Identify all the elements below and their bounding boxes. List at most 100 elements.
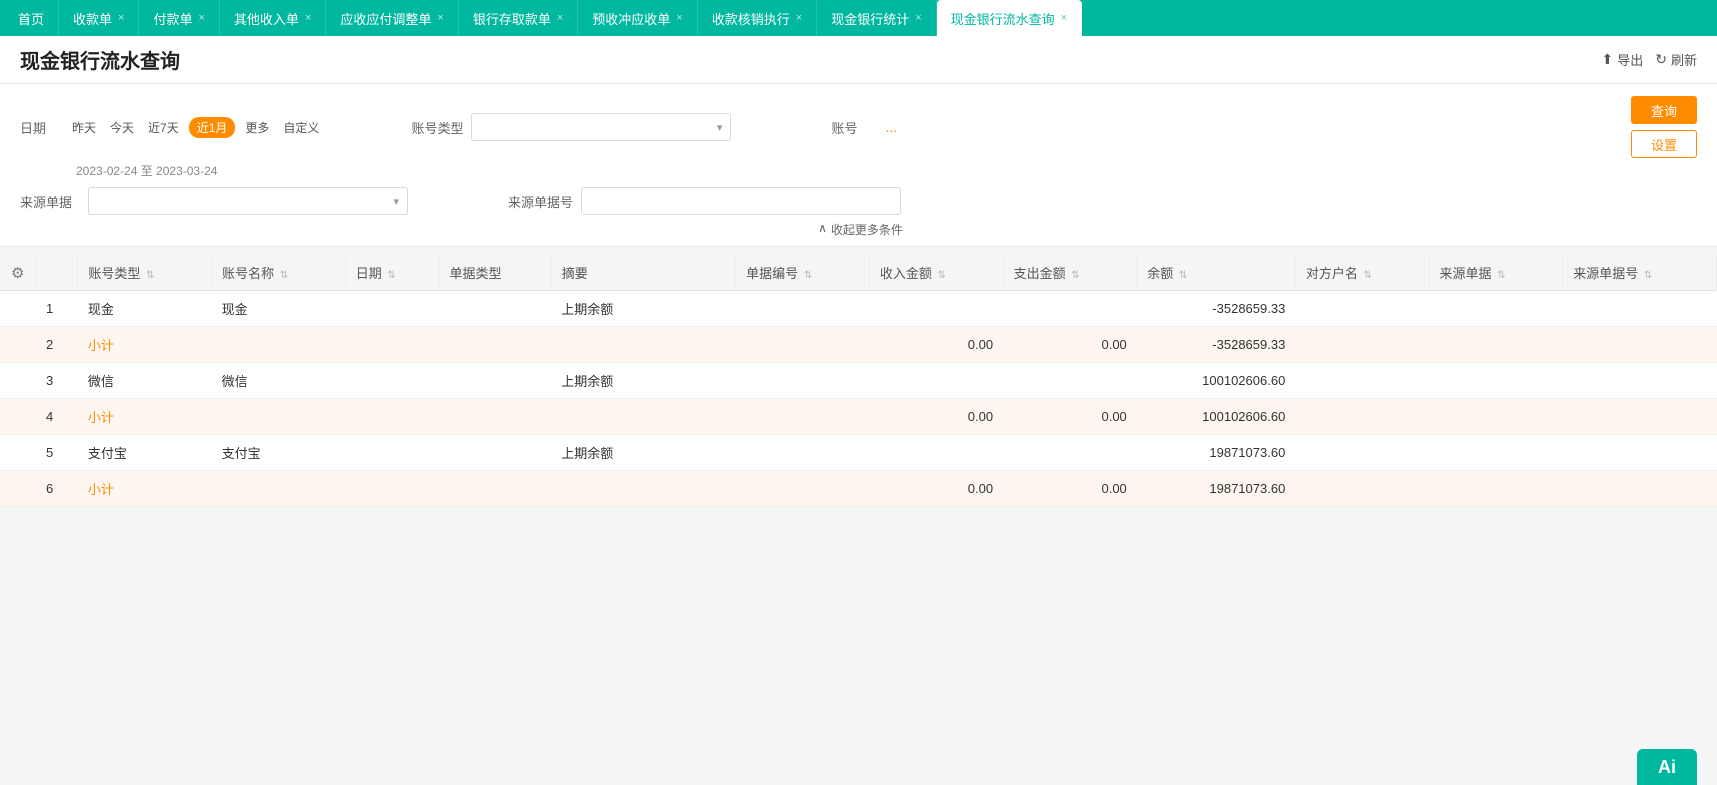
close-bank-deposit-icon[interactable]: × — [557, 12, 563, 24]
settings-button[interactable]: 设置 — [1631, 130, 1697, 158]
table-cell — [1429, 471, 1563, 507]
table-cell — [345, 291, 439, 327]
th-doc-no[interactable]: 单据编号 ⇅ — [736, 255, 870, 291]
table-cell — [439, 471, 551, 507]
close-flow-icon[interactable]: × — [1061, 12, 1067, 24]
table-cell — [1429, 435, 1563, 471]
table-cell: -3528659.33 — [1137, 327, 1296, 363]
sort-source-doc-icon: ⇅ — [1497, 270, 1505, 281]
ai-label: Ai — [1658, 757, 1676, 778]
refresh-button[interactable]: ↻ 刷新 — [1655, 50, 1697, 69]
export-button[interactable]: ⬆ 导出 — [1602, 50, 1644, 69]
th-source-doc-no[interactable]: 来源单据号 ⇅ — [1563, 255, 1717, 291]
close-collection-icon[interactable]: × — [796, 12, 802, 24]
ai-badge[interactable]: Ai — [1637, 749, 1697, 785]
account-type-label: 账号类型 — [411, 118, 463, 137]
date-btn-more[interactable]: 更多 — [241, 117, 273, 138]
table-cell — [439, 327, 551, 363]
table-cell — [551, 471, 735, 507]
collapse-bar[interactable]: ∧ 收起更多条件 — [20, 215, 1697, 246]
table-row: 5支付宝支付宝上期余额19871073.60 — [0, 435, 1717, 471]
nav-item-cash-bank-flow[interactable]: 现金银行流水查询 × — [937, 0, 1082, 36]
close-other-income-icon[interactable]: × — [305, 12, 311, 24]
table-cell: 100102606.60 — [1137, 399, 1296, 435]
source-doc-label: 来源单据 — [20, 192, 80, 211]
th-gear[interactable]: ⚙ — [0, 255, 36, 291]
table-cell — [551, 327, 735, 363]
table-cell: 小计 — [78, 327, 212, 363]
table-cell — [212, 399, 346, 435]
table-cell — [1295, 471, 1429, 507]
gear-icon[interactable]: ⚙ — [11, 265, 24, 282]
table-cell — [1003, 291, 1137, 327]
close-prepaid-icon[interactable]: × — [676, 12, 682, 24]
nav-item-cash-bank-stats[interactable]: 现金银行统计 × — [817, 0, 936, 36]
table-cell — [736, 471, 870, 507]
table-cell: 0.00 — [869, 471, 1003, 507]
table-cell — [345, 471, 439, 507]
nav-item-ar-ap-adjust[interactable]: 应收应付调整单 × — [326, 0, 458, 36]
source-doc-select[interactable]: ▾ — [88, 187, 408, 215]
nav-item-payment[interactable]: 付款单 × — [139, 0, 219, 36]
th-source-doc[interactable]: 来源单据 ⇅ — [1429, 255, 1563, 291]
table-cell — [1003, 435, 1137, 471]
account-type-select[interactable]: ▾ — [471, 113, 731, 141]
table-cell — [345, 399, 439, 435]
table-cell: 现金 — [78, 291, 212, 327]
query-button[interactable]: 查询 — [1631, 96, 1697, 124]
account-type-arrow-icon: ▾ — [717, 121, 723, 134]
table-cell — [439, 363, 551, 399]
date-btn-today[interactable]: 今天 — [106, 117, 138, 138]
table-cell — [345, 435, 439, 471]
date-shortcuts: 昨天 今天 近7天 近1月 更多 自定义 — [68, 117, 323, 138]
table-cell — [1563, 435, 1717, 471]
nav-item-other-income[interactable]: 其他收入单 × — [220, 0, 326, 36]
nav-item-bank-deposit[interactable]: 银行存取款单 × — [459, 0, 578, 36]
th-account-type[interactable]: 账号类型 ⇅ — [78, 255, 212, 291]
table-cell: -3528659.33 — [1137, 291, 1296, 327]
nav-item-collection[interactable]: 收款核销执行 × — [698, 0, 817, 36]
table-header-row: ⚙ 账号类型 ⇅ 账号名称 ⇅ 日期 ⇅ 单据类型 摘要 单据编号 ⇅ 收入金额… — [0, 255, 1717, 291]
nav-item-prepaid[interactable]: 预收冲应收单 × — [578, 0, 697, 36]
account-ellipsis-button[interactable]: ... — [885, 119, 897, 135]
table-cell: 0.00 — [1003, 471, 1137, 507]
table-cell — [551, 399, 735, 435]
th-income[interactable]: 收入金额 ⇅ — [869, 255, 1003, 291]
table-cell — [1295, 435, 1429, 471]
date-btn-1month[interactable]: 近1月 — [189, 117, 236, 138]
action-buttons: 查询 设置 — [1631, 96, 1697, 158]
table-cell — [0, 327, 36, 363]
close-stats-icon[interactable]: × — [915, 12, 921, 24]
table-row: 6小计0.000.0019871073.60 — [0, 471, 1717, 507]
date-btn-yesterday[interactable]: 昨天 — [68, 117, 100, 138]
table-cell — [1295, 363, 1429, 399]
th-account-name[interactable]: 账号名称 ⇅ — [212, 255, 346, 291]
date-btn-custom[interactable]: 自定义 — [279, 117, 323, 138]
filter-row-1: 日期 昨天 今天 近7天 近1月 更多 自定义 账号类型 ▾ 账号 ... — [20, 96, 1697, 158]
table-cell — [0, 363, 36, 399]
table-cell — [1429, 327, 1563, 363]
nav-item-receipt[interactable]: 收款单 × — [59, 0, 139, 36]
th-date[interactable]: 日期 ⇅ — [345, 255, 439, 291]
table-cell — [0, 399, 36, 435]
table-cell: 支付宝 — [78, 435, 212, 471]
table-cell: 100102606.60 — [1137, 363, 1296, 399]
table-cell: 0.00 — [1003, 399, 1137, 435]
table-cell — [0, 291, 36, 327]
close-receipt-icon[interactable]: × — [118, 12, 124, 24]
th-balance[interactable]: 余额 ⇅ — [1137, 255, 1296, 291]
table-cell — [1003, 363, 1137, 399]
table-cell — [869, 435, 1003, 471]
table-cell: 0.00 — [1003, 327, 1137, 363]
table-row: 2小计0.000.00-3528659.33 — [0, 327, 1717, 363]
date-btn-7days[interactable]: 近7天 — [144, 117, 183, 138]
source-doc-no-input[interactable] — [581, 187, 901, 215]
th-counterparty[interactable]: 对方户名 ⇅ — [1295, 255, 1429, 291]
th-expense[interactable]: 支出金额 ⇅ — [1003, 255, 1137, 291]
close-payment-icon[interactable]: × — [198, 12, 204, 24]
table-cell: 0.00 — [869, 327, 1003, 363]
table-cell — [439, 435, 551, 471]
close-ar-ap-icon[interactable]: × — [437, 12, 443, 24]
table-cell — [345, 363, 439, 399]
nav-item-home[interactable]: 首页 — [4, 0, 59, 36]
